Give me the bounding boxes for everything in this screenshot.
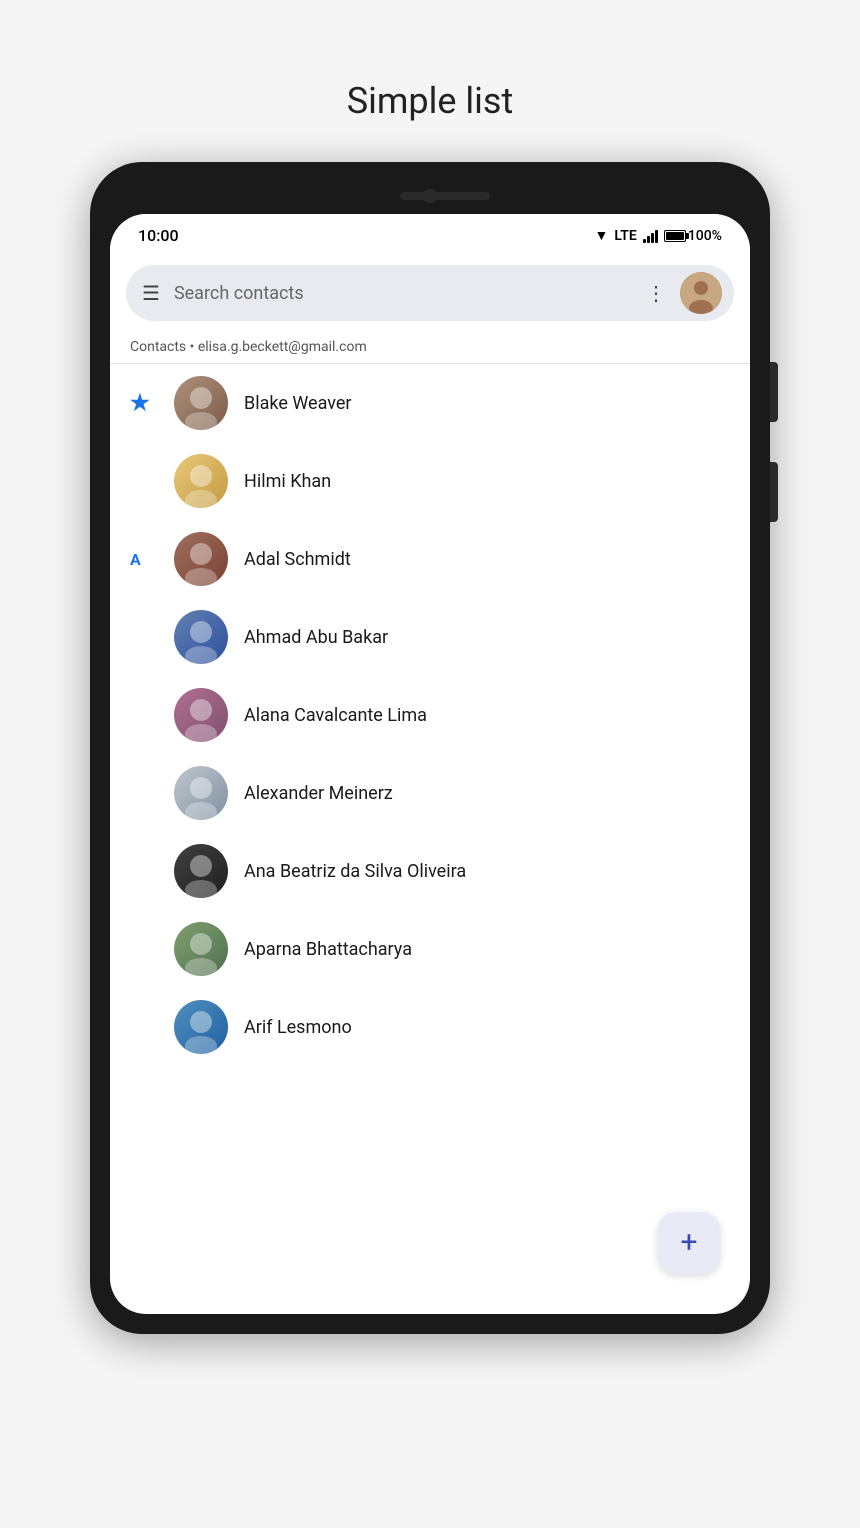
contact-name: Aparna Bhattacharya [244,939,412,960]
battery-pct: 100% [688,228,722,244]
contact-avatar [174,532,228,586]
hamburger-icon[interactable]: ☰ [138,279,164,307]
contact-list: ★ Blake Weaver Hilmi KhanA Adal Schmidt … [110,364,750,1066]
lte-indicator: LTE [614,228,636,244]
contact-name: Hilmi Khan [244,471,331,492]
phone-camera [423,189,437,203]
signal-icon [643,229,658,243]
contact-name: Ahmad Abu Bakar [244,627,388,648]
list-item[interactable]: Alexander Meinerz [110,754,750,832]
status-icons: ▼ LTE 100% [595,227,723,244]
contact-avatar [174,376,228,430]
section-label: ★ [130,391,158,416]
contact-avatar [174,922,228,976]
list-item[interactable]: Aparna Bhattacharya [110,910,750,988]
phone-top-bar [110,182,750,214]
list-item[interactable]: Hilmi Khan [110,442,750,520]
battery-icon: 100% [664,228,722,244]
contact-name: Arif Lesmono [244,1017,352,1038]
contact-name: Alana Cavalcante Lima [244,705,427,726]
contact-name: Alexander Meinerz [244,783,393,804]
contact-avatar [174,1000,228,1054]
list-item[interactable]: ★ Blake Weaver [110,364,750,442]
contact-avatar [174,844,228,898]
fab-add-contact[interactable]: + [658,1212,720,1274]
phone-frame: 10:00 ▼ LTE 100% [90,162,770,1334]
contact-avatar [174,688,228,742]
phone-screen: 10:00 ▼ LTE 100% [110,214,750,1314]
contact-avatar [174,610,228,664]
contact-avatar [174,454,228,508]
page-title: Simple list [347,80,514,122]
section-label: A [130,550,158,569]
list-item[interactable]: Arif Lesmono [110,988,750,1066]
contact-avatar [174,766,228,820]
more-vert-icon[interactable]: ⋮ [642,277,670,309]
list-item[interactable]: Ahmad Abu Bakar [110,598,750,676]
account-info: Contacts • elisa.g.beckett@gmail.com [110,329,750,364]
contact-name: Adal Schmidt [244,549,351,570]
contact-name: Ana Beatriz da Silva Oliveira [244,861,466,882]
list-item[interactable]: Alana Cavalcante Lima [110,676,750,754]
status-bar: 10:00 ▼ LTE 100% [110,214,750,253]
account-avatar[interactable] [680,272,722,314]
list-item[interactable]: A Adal Schmidt [110,520,750,598]
fab-plus-icon: + [680,1228,697,1258]
contact-name: Blake Weaver [244,393,352,414]
search-bar[interactable]: ☰ Search contacts ⋮ [126,265,734,321]
phone-speaker [400,192,490,200]
list-item[interactable]: Ana Beatriz da Silva Oliveira [110,832,750,910]
status-time: 10:00 [138,226,179,245]
search-bar-wrapper: ☰ Search contacts ⋮ [110,253,750,329]
search-placeholder: Search contacts [174,283,632,304]
wifi-icon: ▼ [595,227,609,244]
